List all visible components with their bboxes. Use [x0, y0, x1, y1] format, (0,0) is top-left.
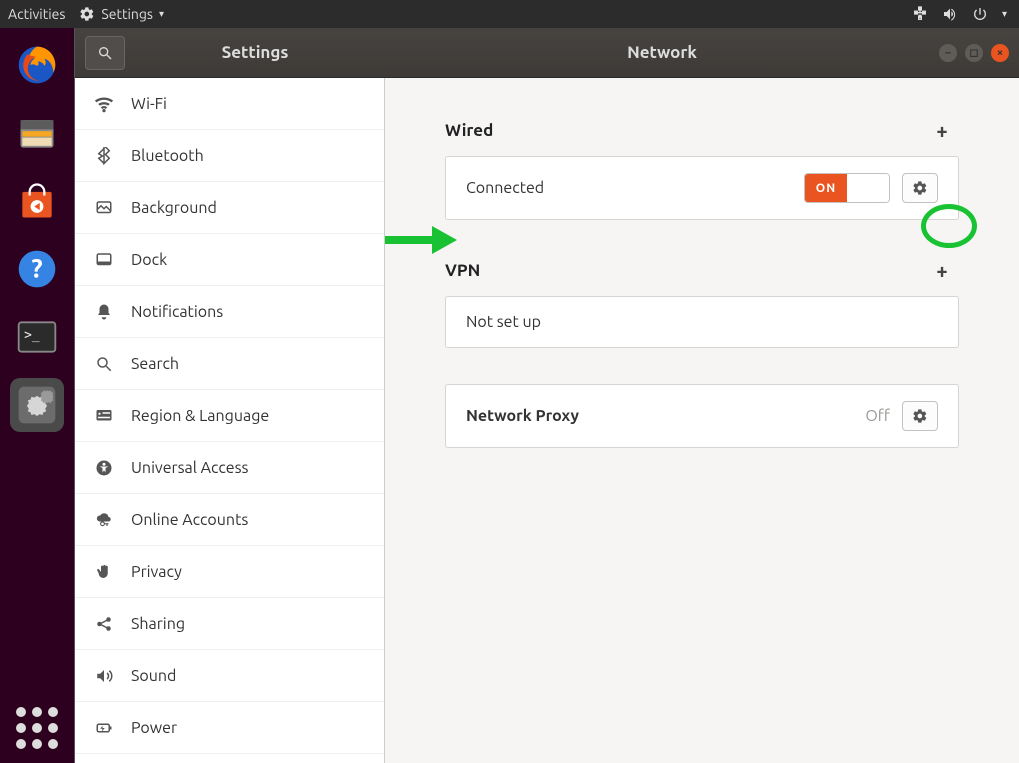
window-title-sidebar: Settings: [125, 43, 385, 62]
search-icon: [93, 355, 115, 373]
sidebar-item-label: Dock: [131, 251, 167, 269]
proxy-label: Network Proxy: [466, 407, 579, 425]
help-icon: ?: [15, 247, 59, 291]
share-icon: [93, 615, 115, 633]
titlebar: Settings Network – ◻ ×: [75, 28, 1019, 78]
wired-section-title: Wired: [445, 121, 493, 140]
cloud-key-icon: [93, 511, 115, 529]
wired-status: Connected: [466, 179, 544, 197]
wifi-icon: [93, 94, 115, 114]
activities-button[interactable]: Activities: [8, 6, 65, 22]
app-menu-label: Settings: [101, 6, 153, 22]
window-minimize-button[interactable]: –: [939, 44, 957, 62]
sidebar-item-bluetooth[interactable]: Bluetooth: [75, 130, 384, 182]
sidebar-item-online-accounts[interactable]: Online Accounts: [75, 494, 384, 546]
proxy-status: Off: [865, 407, 890, 425]
dock-icon: [93, 251, 115, 269]
sidebar-item-label: Bluetooth: [131, 147, 204, 165]
gear-icon: [912, 408, 928, 424]
vpn-status: Not set up: [466, 313, 541, 331]
shopping-bag-icon: [15, 179, 59, 223]
wired-toggle[interactable]: ON: [804, 173, 890, 203]
accessibility-icon: [93, 459, 115, 477]
vpn-section-title: VPN: [445, 261, 480, 280]
network-proxy-row[interactable]: Network Proxy Off: [445, 384, 959, 448]
wired-connection-row: Connected ON: [445, 156, 959, 220]
sidebar-item-label: Wi-Fi: [131, 95, 167, 113]
sidebar-item-label: Region & Language: [131, 407, 269, 425]
bluetooth-icon: [93, 147, 115, 165]
sidebar-item-label: Sound: [131, 667, 176, 685]
toggle-on-label: ON: [805, 174, 847, 202]
volume-icon[interactable]: [942, 6, 958, 22]
sidebar-item-background[interactable]: Background: [75, 182, 384, 234]
gear-icon: [912, 180, 928, 196]
background-icon: [93, 199, 115, 217]
app-menu[interactable]: Settings ▾: [79, 6, 164, 22]
battery-icon: [93, 719, 115, 737]
activities-label: Activities: [8, 6, 65, 22]
add-vpn-button[interactable]: +: [925, 256, 959, 284]
proxy-settings-button[interactable]: [902, 401, 938, 431]
settings-app-icon: [15, 383, 59, 427]
sidebar-item-label: Online Accounts: [131, 511, 248, 529]
window-close-button[interactable]: ×: [991, 44, 1009, 62]
sidebar-item-label: Background: [131, 199, 217, 217]
window-maximize-button[interactable]: ◻: [965, 44, 983, 62]
vpn-status-row: Not set up: [445, 296, 959, 348]
sidebar-item-power[interactable]: Power: [75, 702, 384, 754]
sound-icon: [93, 667, 115, 685]
annotation-arrow: [385, 220, 457, 260]
sidebar-item-notifications[interactable]: Notifications: [75, 286, 384, 338]
sidebar-item-wifi[interactable]: Wi-Fi: [75, 78, 384, 130]
search-button[interactable]: [85, 36, 125, 70]
sidebar-item-sharing[interactable]: Sharing: [75, 598, 384, 650]
apps-grid-icon: [16, 707, 58, 749]
svg-text:>_: >_: [24, 328, 40, 343]
terminal-icon: >_: [15, 315, 59, 359]
power-icon[interactable]: [972, 6, 988, 22]
settings-window: Settings Network – ◻ × Wi-Fi Bluetooth B…: [74, 28, 1019, 763]
sidebar-item-sound[interactable]: Sound: [75, 650, 384, 702]
dock-settings[interactable]: [10, 378, 64, 432]
sidebar-item-label: Privacy: [131, 563, 182, 581]
gnome-top-bar: Activities Settings ▾ ▾: [0, 0, 1019, 28]
chevron-down-icon: ▾: [159, 8, 164, 20]
sidebar-item-label: Power: [131, 719, 177, 737]
bell-icon: [93, 303, 115, 321]
sidebar-item-dock[interactable]: Dock: [75, 234, 384, 286]
network-icon[interactable]: [912, 6, 928, 22]
dock-firefox[interactable]: [10, 38, 64, 92]
settings-icon: [79, 6, 95, 22]
sidebar-item-privacy[interactable]: Privacy: [75, 546, 384, 598]
settings-sidebar: Wi-Fi Bluetooth Background Dock Notifica…: [75, 78, 385, 763]
add-wired-button[interactable]: +: [925, 116, 959, 144]
sidebar-item-label: Universal Access: [131, 459, 249, 477]
system-menu-chevron-icon[interactable]: ▾: [1002, 8, 1007, 20]
svg-text:?: ?: [31, 253, 42, 282]
sidebar-item-region[interactable]: Region & Language: [75, 390, 384, 442]
sidebar-item-search[interactable]: Search: [75, 338, 384, 390]
window-title-panel: Network: [385, 43, 939, 62]
sidebar-item-label: Search: [131, 355, 179, 373]
network-panel: Wired + Connected ON VPN +: [385, 78, 1019, 763]
dock-software[interactable]: [10, 174, 64, 228]
dock-terminal[interactable]: >_: [10, 310, 64, 364]
sidebar-item-universal-access[interactable]: Universal Access: [75, 442, 384, 494]
wired-settings-button[interactable]: [902, 173, 938, 203]
dock-help[interactable]: ?: [10, 242, 64, 296]
sidebar-item-label: Notifications: [131, 303, 223, 321]
show-applications-button[interactable]: [0, 707, 74, 749]
dock: ? >_: [0, 28, 74, 763]
sidebar-item-label: Sharing: [131, 615, 185, 633]
dock-files[interactable]: [10, 106, 64, 160]
firefox-icon: [15, 43, 59, 87]
search-icon: [97, 45, 113, 61]
files-icon: [15, 111, 59, 155]
hand-icon: [93, 563, 115, 581]
globe-icon: [93, 407, 115, 425]
